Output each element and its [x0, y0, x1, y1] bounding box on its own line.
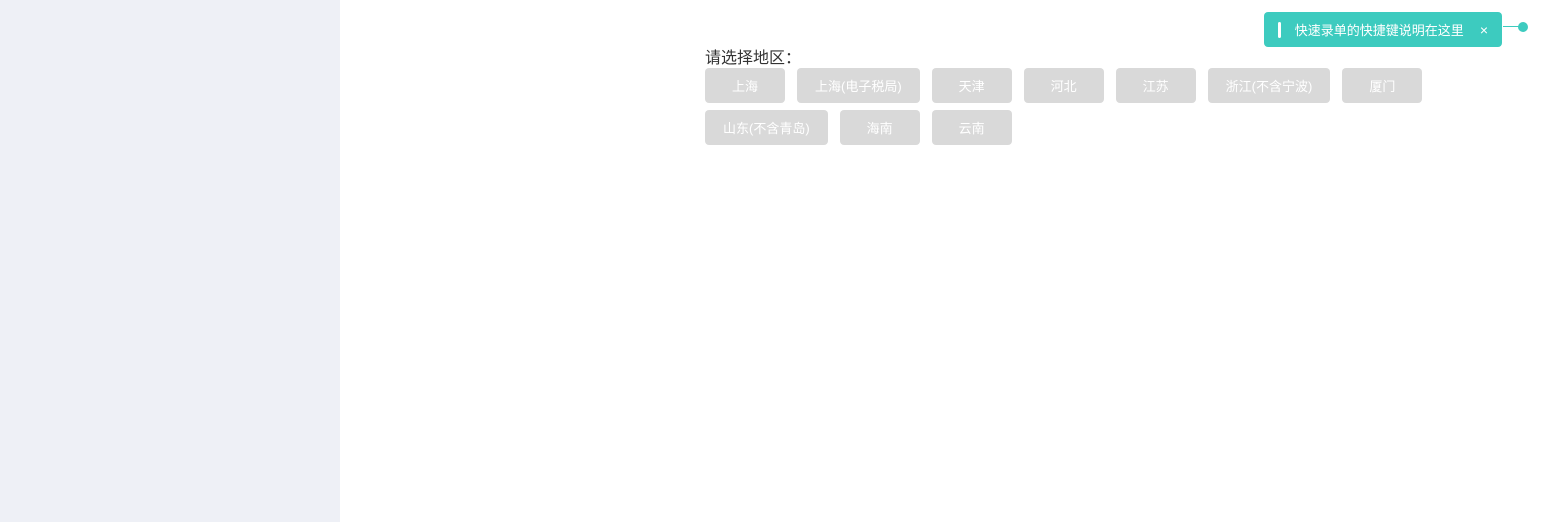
tooltip-text: 快速录单的快捷键说明在这里: [1295, 20, 1464, 39]
btn-yunnan[interactable]: 云南: [932, 110, 1012, 145]
btn-shanghai[interactable]: 上海: [705, 68, 785, 103]
tooltip-close-button[interactable]: ×: [1480, 22, 1488, 38]
btn-zhejiang[interactable]: 浙江(不含宁波): [1208, 68, 1331, 103]
tooltip-connector-line: [1503, 26, 1519, 27]
btn-hainan[interactable]: 海南: [840, 110, 920, 145]
page-label: 请选择地区：: [705, 44, 801, 68]
tooltip-banner: 快速录单的快捷键说明在这里 ×: [1264, 12, 1502, 47]
btn-jiangsu[interactable]: 江苏: [1116, 68, 1196, 103]
region-buttons-row1: 上海 上海(电子税局) 天津 河北 江苏 浙江(不含宁波) 厦门: [705, 68, 1422, 103]
btn-hebei[interactable]: 河北: [1024, 68, 1104, 103]
main-content: 请选择地区： 上海 上海(电子税局) 天津 河北 江苏 浙江(不含宁波) 厦门 …: [340, 0, 1562, 522]
tooltip-connector-dot: [1518, 22, 1528, 32]
btn-xiamen[interactable]: 厦门: [1342, 68, 1422, 103]
btn-tianjin[interactable]: 天津: [932, 68, 1012, 103]
tooltip-bar-icon: [1278, 22, 1281, 38]
btn-shandong[interactable]: 山东(不含青岛): [705, 110, 828, 145]
region-buttons-row2: 山东(不含青岛) 海南 云南: [705, 110, 1012, 145]
btn-shanghai-etax[interactable]: 上海(电子税局): [797, 68, 920, 103]
sidebar: [0, 0, 340, 522]
